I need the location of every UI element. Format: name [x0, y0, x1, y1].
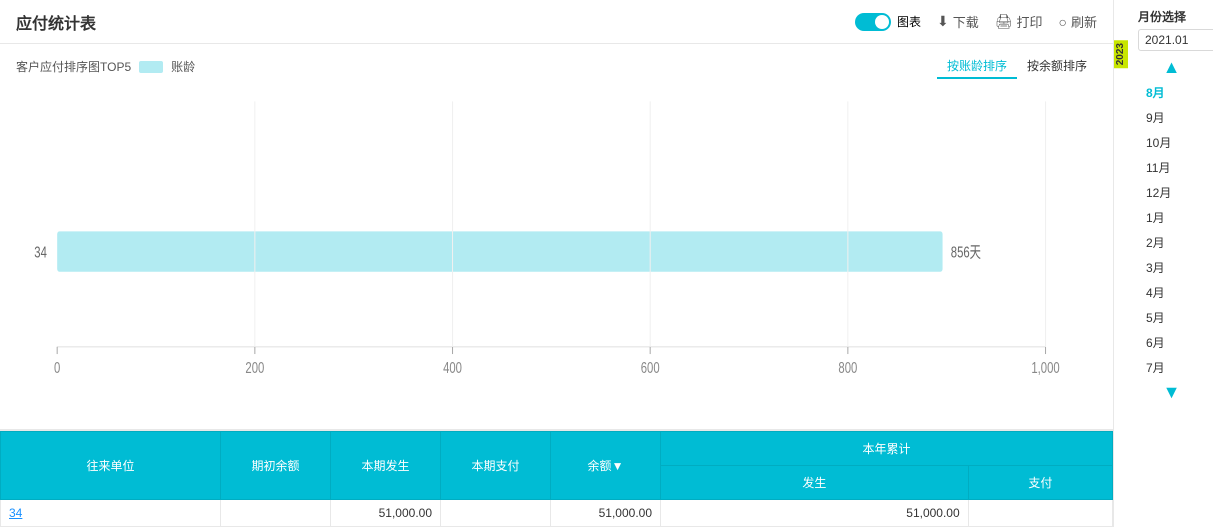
- col-header-current-payment: 本期支付: [441, 432, 551, 500]
- chart-toggle-wrapper[interactable]: 图表: [855, 13, 921, 31]
- cell-unit: 34: [1, 500, 221, 527]
- month-6[interactable]: 6月: [1130, 330, 1213, 355]
- print-icon: 🖨: [995, 13, 1013, 30]
- sort-by-amount-tab[interactable]: 按余额排序: [1017, 54, 1097, 79]
- month-12[interactable]: 12月: [1130, 180, 1213, 205]
- chart-legend-label: 客户应付排序图TOP5: [16, 58, 131, 75]
- bar-end-label: 856天: [951, 244, 981, 261]
- col-header-year-payment: 支付: [968, 466, 1112, 500]
- sort-by-balance-tab[interactable]: 按账龄排序: [937, 54, 1017, 79]
- col-header-balance: 余额▼: [551, 432, 661, 500]
- year-badge: 2023: [1114, 40, 1128, 68]
- table-row: 34 51,000.00 51,000.00 51,000.00: [1, 500, 1113, 527]
- unit-link[interactable]: 34: [9, 506, 22, 520]
- chart-header: 客户应付排序图TOP5 账龄 按账龄排序 按余额排序: [16, 54, 1097, 79]
- chart-legend-box-label: 账龄: [171, 58, 195, 75]
- month-1[interactable]: 1月: [1130, 205, 1213, 230]
- chart-section: 客户应付排序图TOP5 账龄 按账龄排序 按余额排序 34: [0, 44, 1113, 429]
- scroll-down-button[interactable]: ▼: [1130, 380, 1213, 405]
- sidebar: 2023 月份选择 ▲ 8月 9月 10月 11月 12月 1月 2月 3月 4…: [1113, 0, 1213, 527]
- svg-text:400: 400: [443, 359, 462, 376]
- svg-text:200: 200: [245, 359, 264, 376]
- svg-text:800: 800: [838, 359, 857, 376]
- month-11[interactable]: 11月: [1130, 155, 1213, 180]
- chart-legend: 客户应付排序图TOP5 账龄: [16, 58, 195, 75]
- month-4[interactable]: 4月: [1130, 280, 1213, 305]
- cell-balance: 51,000.00: [551, 500, 661, 527]
- page-title: 应付统计表: [16, 10, 96, 34]
- svg-text:600: 600: [641, 359, 660, 376]
- col-header-year-occurrence: 发生: [661, 466, 969, 500]
- chart-bar: [57, 231, 942, 271]
- cell-current-occurrence: 51,000.00: [331, 500, 441, 527]
- chart-body: 34 856天 0 200 400: [16, 87, 1097, 419]
- refresh-icon: ○: [1059, 14, 1067, 30]
- refresh-button[interactable]: ○ 刷新: [1059, 12, 1097, 31]
- col-header-unit: 往来单位: [1, 432, 221, 500]
- chart-svg: 34 856天 0 200 400: [16, 87, 1097, 419]
- month-8[interactable]: 8月: [1130, 80, 1213, 105]
- month-5[interactable]: 5月: [1130, 305, 1213, 330]
- month-3[interactable]: 3月: [1130, 255, 1213, 280]
- year-input[interactable]: [1138, 29, 1213, 51]
- scroll-up-button[interactable]: ▲: [1130, 55, 1213, 80]
- month-10[interactable]: 10月: [1130, 130, 1213, 155]
- svg-text:0: 0: [54, 359, 61, 376]
- header-actions: 图表 ⬇ 下载 🖨 打印 ○ 刷新: [855, 12, 1097, 31]
- chart-toggle-switch[interactable]: [855, 13, 891, 31]
- bar-y-label: 34: [34, 244, 47, 261]
- svg-text:1,000: 1,000: [1031, 359, 1060, 376]
- data-table: 往来单位 期初余额 本期发生 本期支付 余额▼ 本年累计 发生 支付: [0, 431, 1113, 527]
- cell-opening-balance: [221, 500, 331, 527]
- table-section: 往来单位 期初余额 本期发生 本期支付 余额▼ 本年累计 发生 支付: [0, 429, 1113, 527]
- col-header-year-total: 本年累计: [661, 432, 1113, 466]
- print-button[interactable]: 🖨 打印: [995, 12, 1043, 31]
- legend-box: [139, 61, 163, 73]
- page-header: 应付统计表 图表 ⬇ 下载 🖨 打印 ○ 刷新: [0, 0, 1113, 44]
- chart-toggle-label: 图表: [897, 13, 921, 30]
- sort-tabs: 按账龄排序 按余额排序: [937, 54, 1097, 79]
- cell-year-payment: [968, 500, 1112, 527]
- month-2[interactable]: 2月: [1130, 230, 1213, 255]
- month-7[interactable]: 7月: [1130, 355, 1213, 380]
- col-header-opening-balance: 期初余额: [221, 432, 331, 500]
- month-9[interactable]: 9月: [1130, 105, 1213, 130]
- download-icon: ⬇: [937, 13, 949, 30]
- cell-current-payment: [441, 500, 551, 527]
- download-button[interactable]: ⬇ 下载: [937, 12, 979, 31]
- sidebar-title: 月份选择: [1130, 0, 1213, 29]
- col-header-current-occurrence: 本期发生: [331, 432, 441, 500]
- cell-year-occurrence: 51,000.00: [661, 500, 969, 527]
